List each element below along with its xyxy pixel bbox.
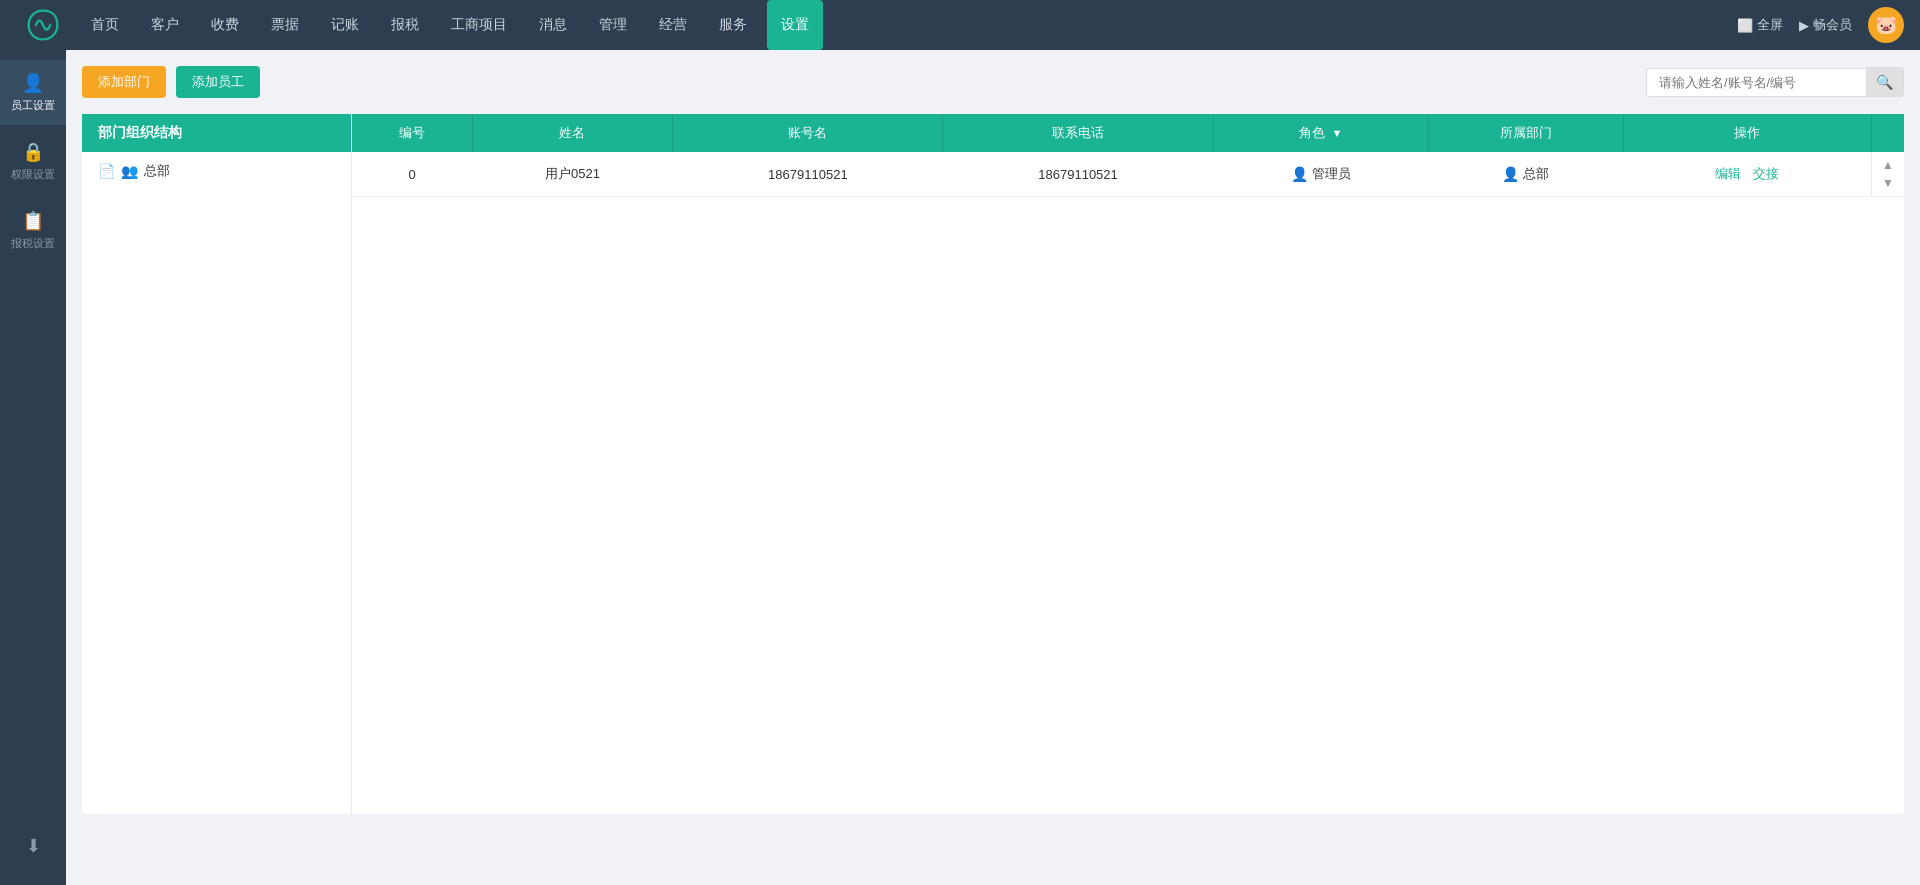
fullscreen-label: 全屏 — [1757, 16, 1783, 34]
employee-table: 编号 姓名 账号名 联系电话 角 — [352, 114, 1904, 197]
nav-manage[interactable]: 管理 — [583, 0, 643, 50]
col-name: 姓名 — [472, 114, 673, 152]
col-id: 编号 — [352, 114, 472, 152]
nav-settings[interactable]: 设置 — [767, 0, 823, 50]
member-label: 畅会员 — [1813, 16, 1852, 34]
member-btn[interactable]: ▶ 畅会员 — [1799, 16, 1852, 34]
file-icon: 📄 — [98, 163, 115, 179]
sidebar-permission-label: 权限设置 — [11, 167, 55, 182]
col-dept: 所属部门 — [1428, 114, 1623, 152]
search-area: 🔍 — [1646, 67, 1904, 97]
cell-name: 用户0521 — [472, 152, 673, 197]
sidebar-item-taxsettings[interactable]: 📋 报税设置 — [0, 198, 66, 263]
col-scroll — [1871, 114, 1904, 152]
dept-name: 总部 — [144, 162, 170, 180]
sidebar-download-btn[interactable]: ⬇ — [22, 823, 45, 869]
nav-home[interactable]: 首页 — [75, 0, 135, 50]
cell-role: 👤 管理员 — [1213, 152, 1428, 197]
search-icon: 🔍 — [1876, 74, 1893, 90]
nav-service[interactable]: 服务 — [703, 0, 763, 50]
nav-bookkeeping[interactable]: 记账 — [315, 0, 375, 50]
nav-message[interactable]: 消息 — [523, 0, 583, 50]
search-button[interactable]: 🔍 — [1866, 67, 1904, 97]
nav-operation[interactable]: 经营 — [643, 0, 703, 50]
lock-icon: 🔒 — [22, 141, 44, 163]
search-input[interactable] — [1646, 68, 1866, 97]
scroll-down-arrow[interactable]: ▼ — [1876, 174, 1900, 192]
sidebar-item-permission[interactable]: 🔒 权限设置 — [0, 129, 66, 194]
edit-link[interactable]: 编辑 — [1711, 166, 1745, 181]
dept-label: 总部 — [1523, 165, 1549, 183]
nav-business[interactable]: 工商项目 — [435, 0, 523, 50]
col-role: 角色 ▼ — [1213, 114, 1428, 152]
toolbar: 添加部门 添加员工 🔍 — [82, 66, 1904, 98]
cell-actions: 编辑 交接 — [1623, 152, 1871, 197]
nav-invoice[interactable]: 票据 — [255, 0, 315, 50]
nav-charge[interactable]: 收费 — [195, 0, 255, 50]
col-phone: 联系电话 — [943, 114, 1213, 152]
dept-user-icon: 👥 — [121, 163, 138, 179]
sidebar: 👤 员工设置 🔒 权限设置 📋 报税设置 ⬇ — [0, 50, 66, 885]
avatar[interactable]: 🐷 — [1868, 7, 1904, 43]
scroll-up-arrow[interactable]: ▲ — [1876, 156, 1900, 174]
cell-scroll: ▲ ▼ — [1871, 152, 1904, 197]
nav-items: 首页 客户 收费 票据 记账 报税 工商项目 消息 管理 经营 服务 设置 — [75, 0, 1737, 50]
add-employee-button[interactable]: 添加员工 — [176, 66, 260, 98]
cell-account: 18679110521 — [673, 152, 943, 197]
fullscreen-icon: ⬜ — [1737, 18, 1753, 33]
nav-right: ⬜ 全屏 ▶ 畅会员 🐷 — [1737, 7, 1920, 43]
sidebar-item-employee[interactable]: 👤 员工设置 — [0, 60, 66, 125]
layout: 👤 员工设置 🔒 权限设置 📋 报税设置 ⬇ 添加部门 添加员工 🔍 — [0, 50, 1920, 885]
sidebar-taxsettings-label: 报税设置 — [11, 236, 55, 251]
employee-icon: 👤 — [22, 72, 44, 94]
member-icon: ▶ — [1799, 18, 1809, 33]
download-icon: ⬇ — [26, 835, 41, 857]
cell-dept: 👤 总部 — [1428, 152, 1623, 197]
role-filter-icon[interactable]: ▼ — [1331, 127, 1342, 139]
role-label: 管理员 — [1312, 165, 1351, 183]
col-account: 账号名 — [673, 114, 943, 152]
sidebar-employee-label: 员工设置 — [11, 98, 55, 113]
dept-tree-item-root[interactable]: 📄 👥 总部 — [82, 152, 351, 190]
logo — [10, 7, 75, 43]
add-dept-button[interactable]: 添加部门 — [82, 66, 166, 98]
transfer-link[interactable]: 交接 — [1749, 166, 1783, 181]
top-navigation: 首页 客户 收费 票据 记账 报税 工商项目 消息 管理 经营 服务 设置 ⬜ … — [0, 0, 1920, 50]
sidebar-bottom: ⬇ — [22, 823, 45, 885]
dept-tree-header: 部门组织结构 — [82, 114, 351, 152]
col-action: 操作 — [1623, 114, 1871, 152]
cell-phone: 18679110521 — [943, 152, 1213, 197]
employee-table-wrap: 编号 姓名 账号名 联系电话 角 — [352, 114, 1904, 814]
dept-user-icon-cell: 👤 — [1502, 166, 1519, 182]
scroll-arrows: ▲ ▼ — [1871, 152, 1904, 196]
table-header-row: 编号 姓名 账号名 联系电话 角 — [352, 114, 1904, 152]
table-row: 0 用户0521 18679110521 18679110521 👤 管理员 — [352, 152, 1904, 197]
nav-client[interactable]: 客户 — [135, 0, 195, 50]
dept-tree: 部门组织结构 📄 👥 总部 — [82, 114, 352, 814]
content-panel: 部门组织结构 📄 👥 总部 编号 姓 — [82, 114, 1904, 814]
tax-settings-icon: 📋 — [22, 210, 44, 232]
cell-id: 0 — [352, 152, 472, 197]
fullscreen-btn[interactable]: ⬜ 全屏 — [1737, 16, 1783, 34]
role-user-icon: 👤 — [1291, 166, 1308, 182]
nav-tax[interactable]: 报税 — [375, 0, 435, 50]
main-content: 添加部门 添加员工 🔍 部门组织结构 📄 👥 总部 — [66, 50, 1920, 885]
